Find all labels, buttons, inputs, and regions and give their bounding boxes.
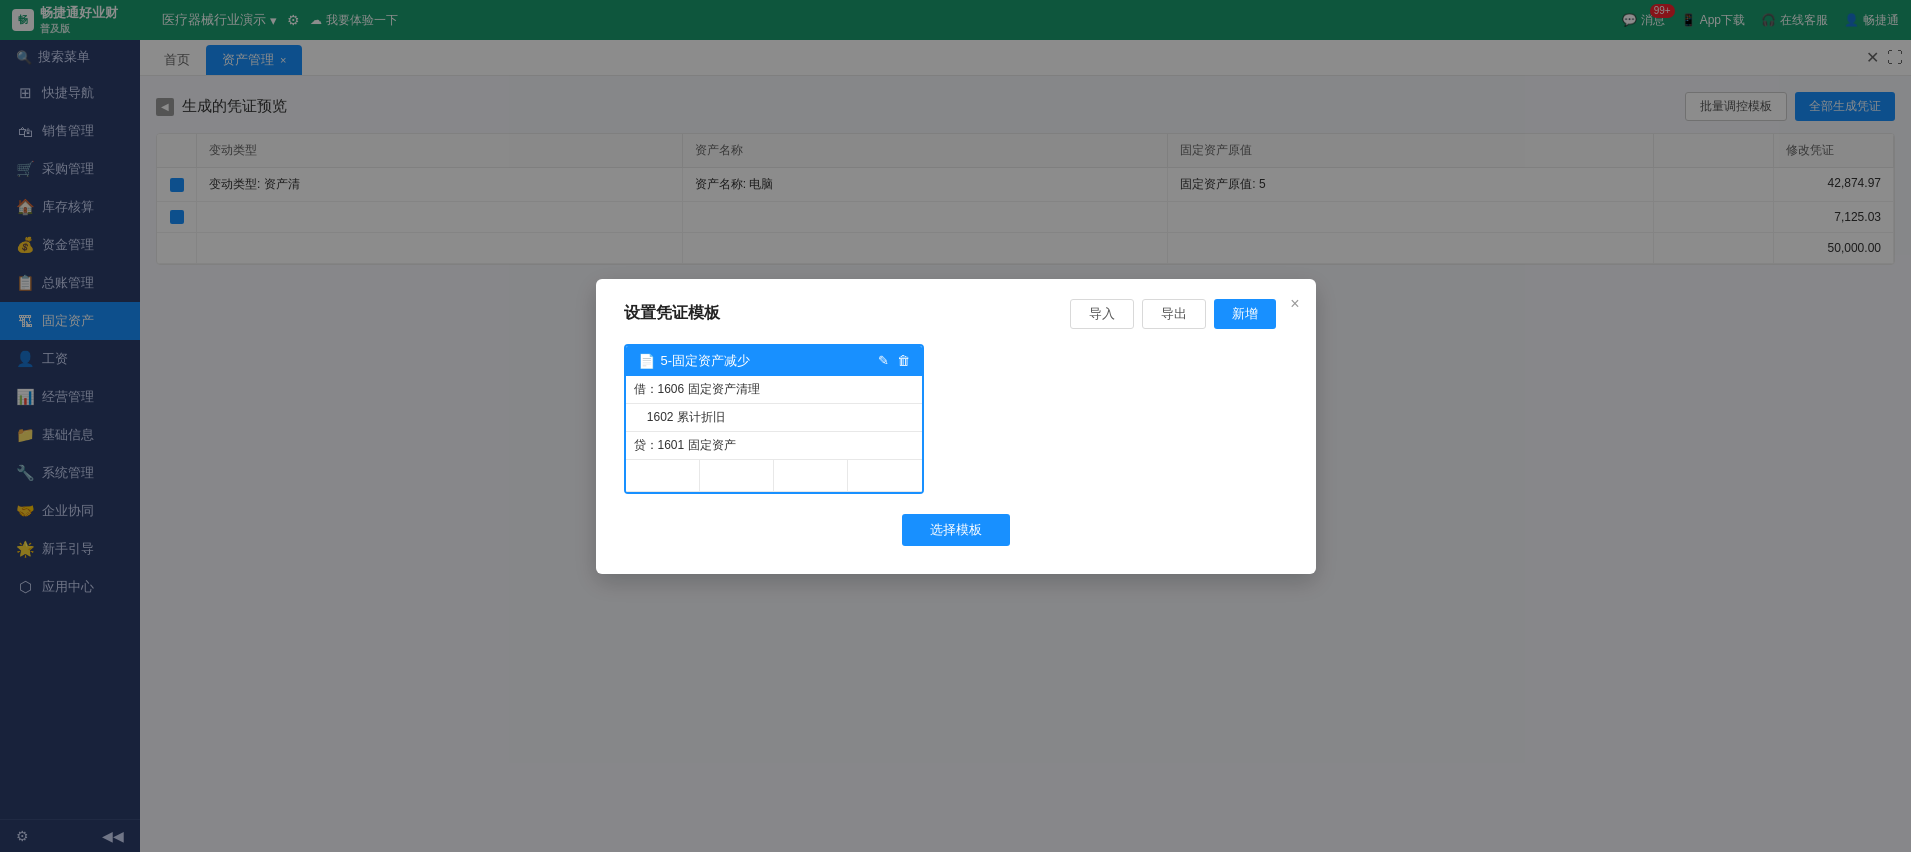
template-delete-btn[interactable]: 🗑 xyxy=(897,353,910,368)
template-cell-row3: 贷：1601 固定资产 xyxy=(626,432,922,459)
template-cell-row2: 1602 累计折旧 xyxy=(626,404,922,431)
export-btn[interactable]: 导出 xyxy=(1142,299,1206,329)
modal-close-btn[interactable]: × xyxy=(1290,295,1299,313)
template-row: 1602 累计折旧 xyxy=(626,404,922,432)
import-btn[interactable]: 导入 xyxy=(1070,299,1134,329)
template-header-left: 📄 5-固定资产减少 xyxy=(638,352,751,370)
template-row: 借：1606 固定资产清理 xyxy=(626,376,922,404)
template-name: 5-固定资产减少 xyxy=(661,352,751,370)
template-edit-btn[interactable]: ✎ xyxy=(878,353,889,368)
modal-toolbar: 导入 导出 新增 xyxy=(1070,299,1276,329)
empty-cell xyxy=(848,460,922,491)
template-row: 贷：1601 固定资产 xyxy=(626,432,922,460)
empty-cell xyxy=(626,460,700,491)
modal-set-template: × 设置凭证模板 导入 导出 新增 📄 5-固定资产减少 ✎ 🗑 xyxy=(596,279,1316,574)
empty-cell xyxy=(774,460,848,491)
template-card: 📄 5-固定资产减少 ✎ 🗑 借：1606 固定资产清理 1602 累计折旧 xyxy=(624,344,924,494)
template-doc-icon: 📄 xyxy=(638,353,655,369)
new-template-btn[interactable]: 新增 xyxy=(1214,299,1276,329)
template-card-header: 📄 5-固定资产减少 ✎ 🗑 xyxy=(626,346,922,376)
template-cell-row1: 借：1606 固定资产清理 xyxy=(626,376,922,403)
modal-overlay[interactable]: × 设置凭证模板 导入 导出 新增 📄 5-固定资产减少 ✎ 🗑 xyxy=(0,0,1911,852)
template-row-empty xyxy=(626,460,922,492)
select-template-btn[interactable]: 选择模板 xyxy=(902,514,1010,546)
empty-cell xyxy=(700,460,774,491)
template-header-actions: ✎ 🗑 xyxy=(878,353,910,368)
template-body: 借：1606 固定资产清理 1602 累计折旧 贷：1601 固定资产 xyxy=(626,376,922,492)
